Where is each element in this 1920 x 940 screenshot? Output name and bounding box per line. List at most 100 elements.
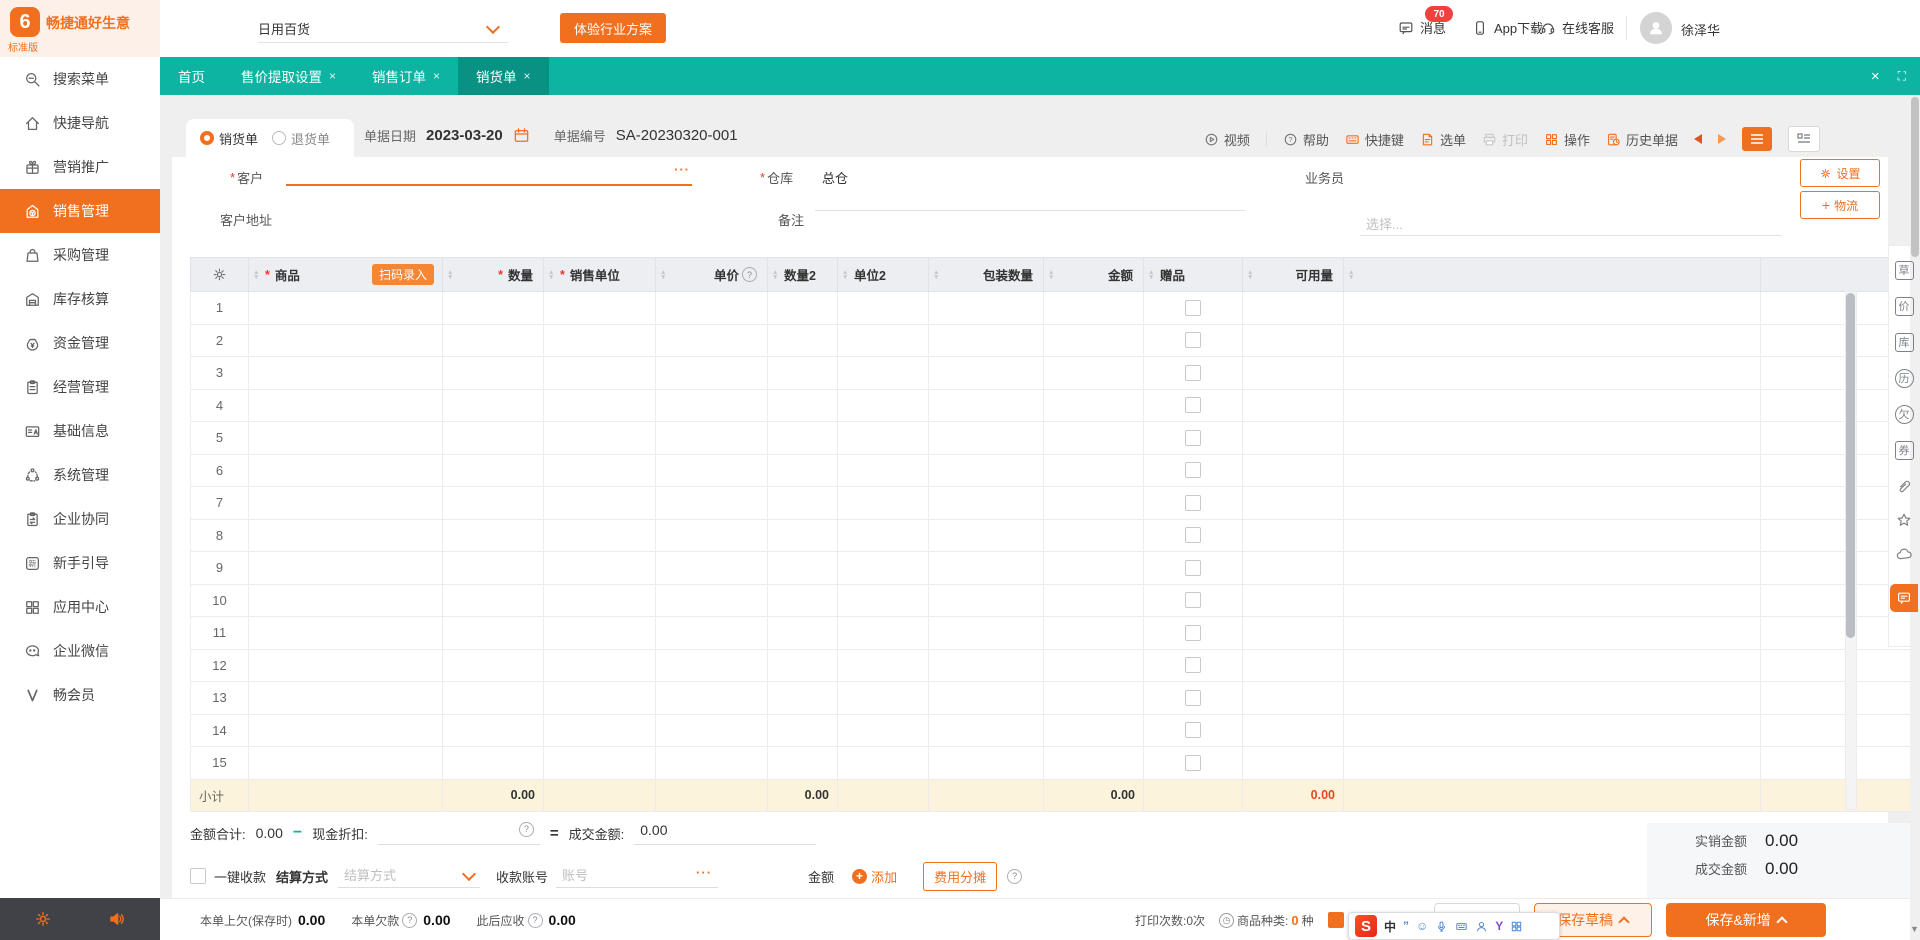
warehouse-value[interactable]: 总仓 — [822, 168, 848, 187]
cell-product[interactable] — [248, 648, 443, 682]
col-header-product[interactable]: ▲ ▼ * 商品 扫码录入 — [248, 257, 443, 292]
cell-qty[interactable] — [442, 648, 544, 682]
cell-product[interactable] — [248, 421, 443, 455]
price-track-checkbox[interactable] — [1327, 912, 1344, 928]
rail-attachment-icon[interactable] — [1894, 476, 1914, 496]
cell-unit[interactable] — [543, 356, 656, 390]
cell-product[interactable] — [248, 746, 443, 780]
cell-filler[interactable] — [1343, 486, 1761, 520]
gift-checkbox[interactable] — [1185, 332, 1201, 349]
cell-unit[interactable] — [543, 388, 656, 422]
rail-debt-icon[interactable]: 欠 — [1894, 404, 1914, 424]
close-icon[interactable]: × — [1871, 68, 1880, 85]
sidebar-item-warehouse[interactable]: 库存核算 — [0, 277, 160, 321]
cell-unit2[interactable] — [837, 583, 929, 617]
rail-favorite-icon[interactable] — [1894, 510, 1914, 530]
cell-qty2[interactable] — [767, 486, 838, 520]
list-view-toggle[interactable] — [1742, 127, 1772, 151]
scan-input-button[interactable]: 扫码录入 — [371, 264, 434, 285]
salesman-input[interactable]: 选择... — [1360, 211, 1782, 236]
cell-amount[interactable] — [1043, 291, 1144, 325]
col-header-filler[interactable]: ▲ ▼ — [1343, 257, 1761, 292]
username[interactable]: 徐泽华 — [1681, 20, 1720, 39]
cell-product[interactable] — [248, 486, 443, 520]
ime-keyboard-icon[interactable] — [1455, 920, 1468, 933]
cell-amount[interactable] — [1043, 518, 1144, 552]
cell-product[interactable] — [248, 356, 443, 390]
cell-price[interactable] — [655, 648, 768, 682]
cell-qty[interactable] — [442, 453, 544, 487]
sidebar-item-clipboard[interactable]: 经营管理 — [0, 365, 160, 409]
cell-unit2[interactable] — [837, 713, 929, 747]
cell-amount[interactable] — [1043, 388, 1144, 422]
rail-draft-icon[interactable]: 草 — [1894, 260, 1914, 280]
cell-unit2[interactable] — [837, 746, 929, 780]
gift-checkbox[interactable] — [1185, 527, 1201, 544]
warehouse-input[interactable] — [815, 186, 1245, 211]
cell-amount[interactable] — [1043, 356, 1144, 390]
gift-checkbox[interactable] — [1185, 299, 1201, 316]
cell-qty2[interactable] — [767, 746, 838, 780]
cell-avail[interactable] — [1242, 388, 1344, 422]
tab-销售订单[interactable]: 销售订单 × — [354, 57, 458, 95]
cell-unit2[interactable] — [837, 551, 929, 585]
cell-avail[interactable] — [1242, 746, 1344, 780]
cell-price[interactable] — [655, 453, 768, 487]
cell-unit[interactable] — [543, 323, 656, 357]
cell-qty[interactable] — [442, 356, 544, 390]
cell-packqty[interactable] — [928, 388, 1044, 422]
sort-caret-icon[interactable]: ▲ ▼ — [253, 269, 259, 281]
cell-price[interactable] — [655, 551, 768, 585]
cell-filler[interactable] — [1343, 356, 1761, 390]
cell-qty[interactable] — [442, 421, 544, 455]
ime-lang-toggle[interactable]: 中 — [1384, 918, 1396, 935]
sort-caret-icon[interactable]: ▲ ▼ — [447, 269, 453, 281]
sidebar-item-search[interactable]: 搜索菜单 — [0, 57, 160, 101]
cell-packqty[interactable] — [928, 421, 1044, 455]
cell-unit2[interactable] — [837, 453, 929, 487]
cell-unit[interactable] — [543, 486, 656, 520]
cell-filler[interactable] — [1343, 323, 1761, 357]
cell-qty2[interactable] — [767, 583, 838, 617]
cell-avail[interactable] — [1242, 551, 1344, 585]
cash-discount-input[interactable]: ? — [377, 821, 540, 845]
cell-unit[interactable] — [543, 616, 656, 650]
fee-share-button[interactable]: 费用分摊 — [923, 861, 998, 891]
toolbar-print-button[interactable]: 打印 — [1482, 130, 1528, 149]
gift-checkbox[interactable] — [1185, 754, 1201, 771]
bill-no-value[interactable]: SA-20230320-001 — [616, 127, 738, 144]
cell-avail[interactable] — [1242, 486, 1344, 520]
rail-price-icon[interactable]: 价 — [1894, 296, 1914, 316]
cell-product[interactable] — [248, 291, 443, 325]
save-and-new-button[interactable]: 保存&新增 — [1665, 903, 1826, 937]
sort-caret-icon[interactable]: ▲ ▼ — [1247, 269, 1253, 281]
cell-amount[interactable] — [1043, 323, 1144, 357]
cell-packqty[interactable] — [928, 648, 1044, 682]
cell-avail[interactable] — [1242, 713, 1344, 747]
col-header-rownum[interactable] — [190, 257, 249, 292]
sidebar-item-member[interactable]: 畅会员 — [0, 673, 160, 717]
tab-首页[interactable]: 首页 — [160, 57, 223, 95]
cell-qty[interactable] — [442, 616, 544, 650]
cell-qty[interactable] — [442, 681, 544, 715]
rail-cloud-icon[interactable] — [1894, 544, 1914, 564]
cell-filler[interactable] — [1343, 681, 1761, 715]
cell-qty[interactable] — [442, 551, 544, 585]
cell-unit[interactable] — [543, 681, 656, 715]
rail-coupon-icon[interactable]: 券 — [1894, 440, 1914, 460]
onekey-checkbox[interactable] — [190, 868, 206, 884]
cell-filler[interactable] — [1343, 388, 1761, 422]
cell-unit[interactable] — [543, 421, 656, 455]
settings-button[interactable]: 设置 — [1800, 159, 1880, 187]
more-icon[interactable]: ··· — [696, 865, 712, 880]
cell-filler[interactable] — [1343, 453, 1761, 487]
cell-price[interactable] — [655, 356, 768, 390]
cell-product[interactable] — [248, 518, 443, 552]
cell-avail[interactable] — [1242, 518, 1344, 552]
speaker-icon[interactable] — [108, 910, 126, 928]
cell-packqty[interactable] — [928, 713, 1044, 747]
gift-checkbox[interactable] — [1185, 429, 1201, 446]
toolbar-doc-button[interactable]: 选单 — [1420, 130, 1466, 149]
cell-avail[interactable] — [1242, 356, 1344, 390]
logistics-button[interactable]: + 物流 — [1800, 191, 1880, 219]
